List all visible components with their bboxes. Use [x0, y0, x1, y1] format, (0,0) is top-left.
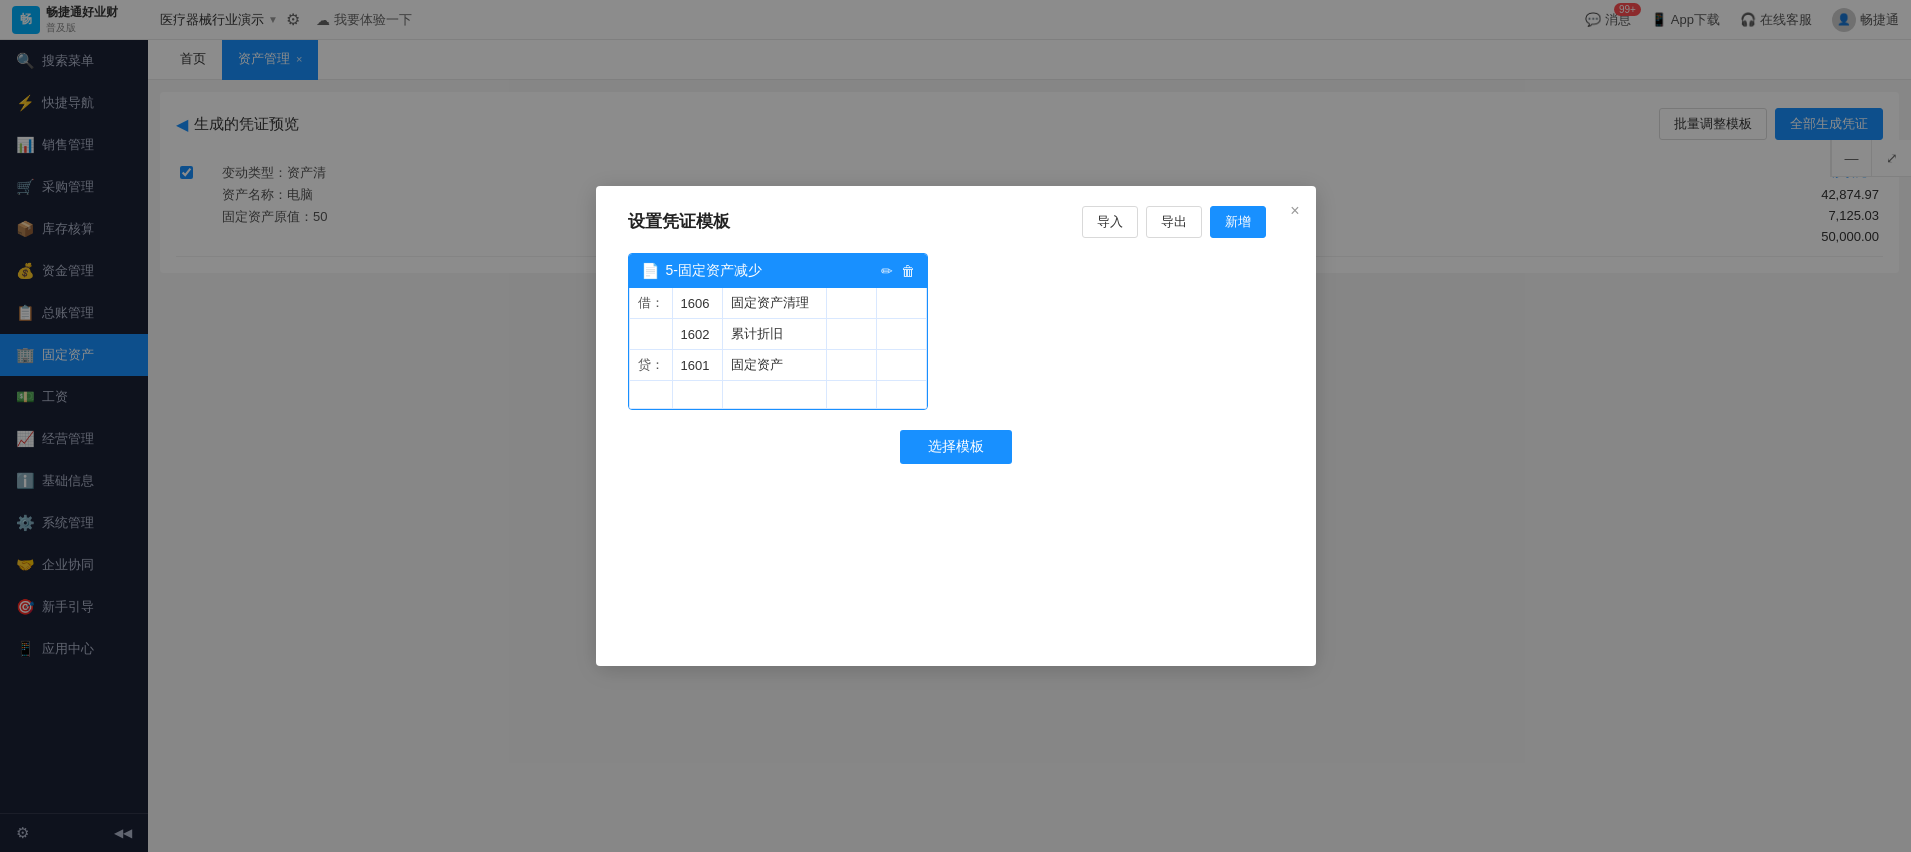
empty-1 — [672, 381, 722, 409]
template-row-2: 贷： 1601 固定资产 — [629, 350, 926, 381]
empty-2 — [722, 381, 826, 409]
template-card-title: 📄 5-固定资产减少 — [641, 262, 762, 280]
content-area: 首页 资产管理 × — ⤢ ◀ — [148, 40, 1911, 852]
entry-type-0: 借： — [629, 288, 672, 319]
template-doc-icon: 📄 — [641, 262, 660, 280]
empty-3 — [826, 381, 876, 409]
entry-subject-2: 固定资产 — [722, 350, 826, 381]
import-btn[interactable]: 导入 — [1082, 206, 1138, 238]
select-template-btn[interactable]: 选择模板 — [900, 430, 1012, 464]
entry-code-2: 1601 — [672, 350, 722, 381]
new-btn[interactable]: 新增 — [1210, 206, 1266, 238]
template-header-text: 5-固定资产减少 — [666, 262, 762, 280]
template-card-actions: ✏ 🗑 — [881, 263, 915, 279]
entry-type-1 — [629, 319, 672, 350]
app-wrapper: 畅 畅捷通好业财 普及版 医疗器械行业演示 ▼ ⚙ ☁ 我要体验一下 💬 消息 … — [0, 0, 1911, 852]
modal-overlay: × 设置凭证模板 导入 导出 新增 — [148, 80, 1911, 852]
page-content: — ⤢ ◀ 生成的凭证预览 批量调整模板 全部生成凭证 — [148, 80, 1911, 852]
empty-4 — [876, 381, 926, 409]
template-edit-icon[interactable]: ✏ — [881, 263, 893, 279]
template-row-0: 借： 1606 固定资产清理 — [629, 288, 926, 319]
main-layout: 🔍 搜索菜单 ⚡ 快捷导航 📊 销售管理 🛒 采购管理 📦 库存核算 💰 — [0, 40, 1911, 852]
modal-dialog: × 设置凭证模板 导入 导出 新增 — [596, 186, 1316, 666]
template-row-empty — [629, 381, 926, 409]
entry-debit-2 — [826, 350, 876, 381]
entry-debit-1 — [826, 319, 876, 350]
template-delete-icon[interactable]: 🗑 — [901, 263, 915, 279]
entry-subject-1: 累计折旧 — [722, 319, 826, 350]
template-card: 📄 5-固定资产减少 ✏ 🗑 — [628, 253, 928, 410]
entry-credit-0 — [876, 288, 926, 319]
entry-credit-2 — [876, 350, 926, 381]
empty-0 — [629, 381, 672, 409]
template-card-header: 📄 5-固定资产减少 ✏ 🗑 — [629, 254, 927, 288]
modal-toolbar: 导入 导出 新增 — [1082, 206, 1266, 238]
entry-credit-1 — [876, 319, 926, 350]
entry-subject-0: 固定资产清理 — [722, 288, 826, 319]
entry-code-1: 1602 — [672, 319, 722, 350]
modal-close-btn[interactable]: × — [1290, 202, 1299, 220]
entry-code-0: 1606 — [672, 288, 722, 319]
template-row-1: 1602 累计折旧 — [629, 319, 926, 350]
entry-type-2: 贷： — [629, 350, 672, 381]
entry-debit-0 — [826, 288, 876, 319]
template-entries-table: 借： 1606 固定资产清理 1602 — [629, 288, 927, 409]
export-btn[interactable]: 导出 — [1146, 206, 1202, 238]
